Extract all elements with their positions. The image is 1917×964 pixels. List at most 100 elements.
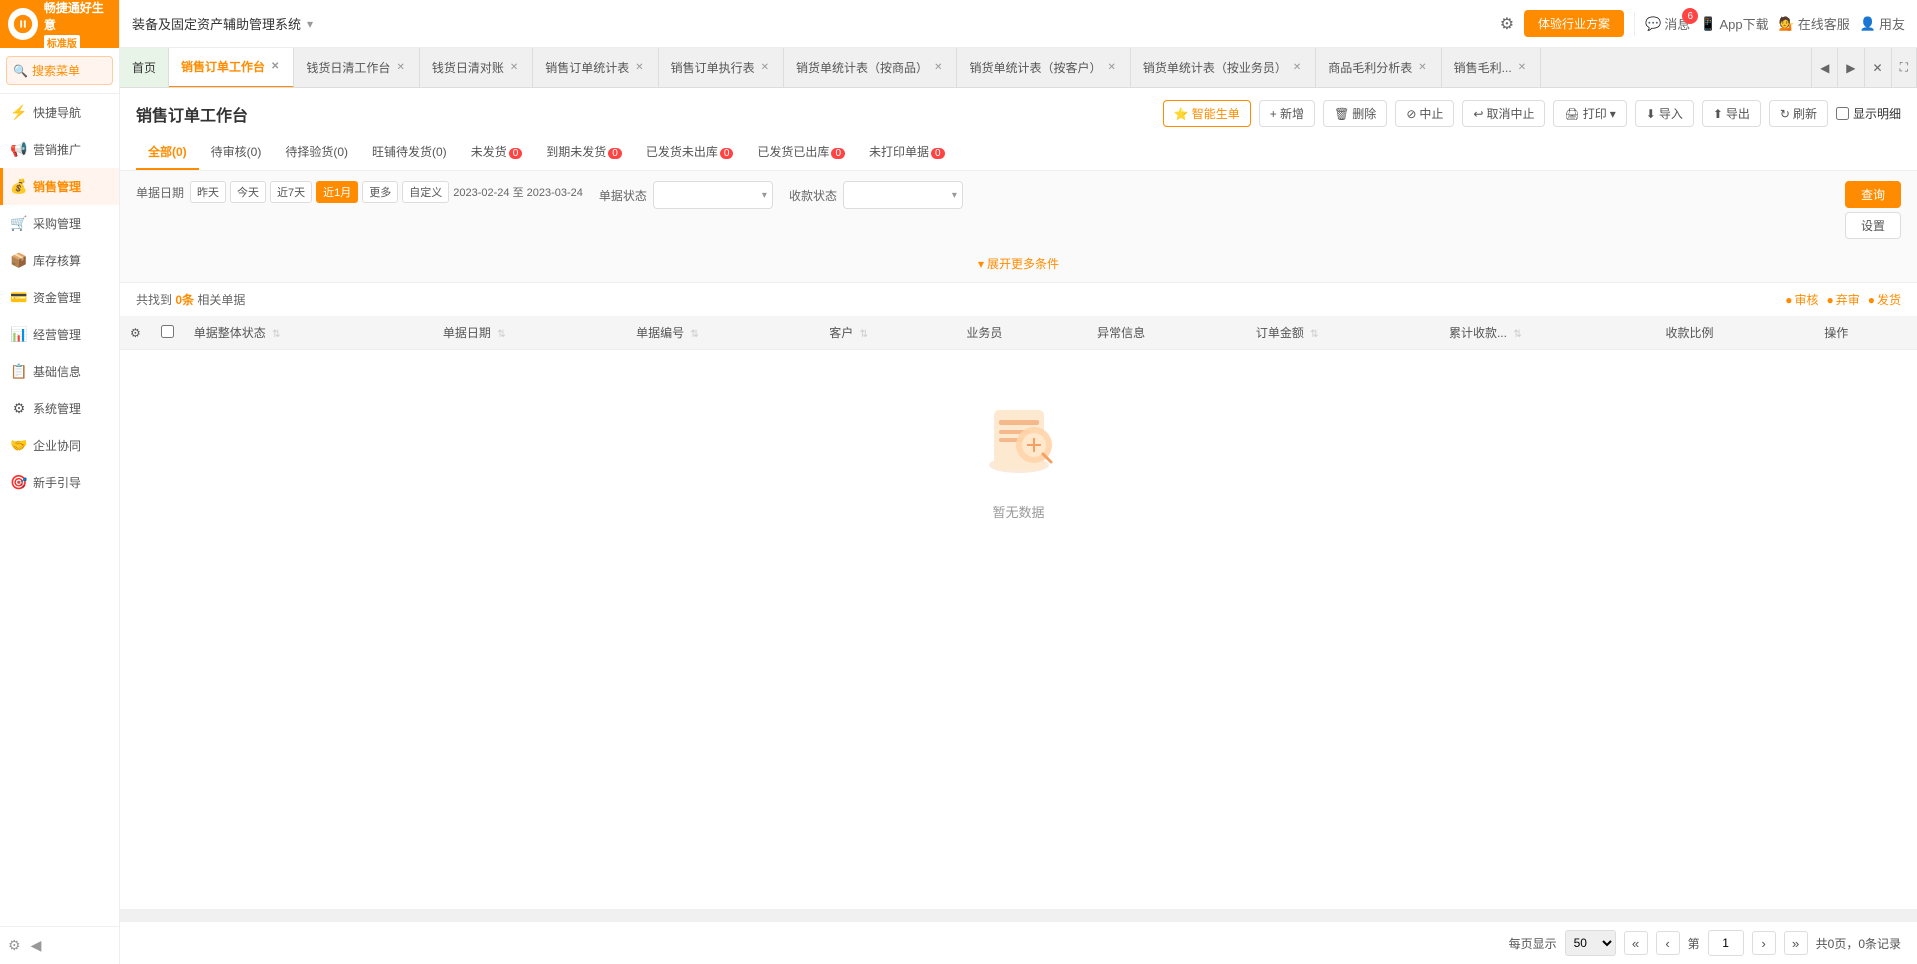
tab-close-sales-by-customer[interactable]: ✕ bbox=[1105, 60, 1117, 75]
tab-margin-analysis[interactable]: 商品毛利分析表 ✕ bbox=[1316, 48, 1441, 88]
tab-sales-margin[interactable]: 销售毛利... ✕ bbox=[1442, 48, 1541, 88]
sidebar-item-basic-info[interactable]: 📋 基础信息 bbox=[0, 353, 119, 390]
tab-close-sales-order[interactable]: ✕ bbox=[269, 59, 281, 74]
th-checkbox[interactable] bbox=[151, 316, 184, 350]
sidebar-collapse-button[interactable]: ◀ bbox=[31, 937, 42, 954]
show-detail-label[interactable]: 显示明细 bbox=[1836, 105, 1901, 122]
online-service-button[interactable]: 💁 在线客服 bbox=[1779, 14, 1850, 33]
th-amount[interactable]: 订单金额 ⇅ bbox=[1246, 316, 1439, 350]
import-button[interactable]: ⬇ 导入 bbox=[1635, 100, 1694, 127]
refresh-button[interactable]: ↻ 刷新 bbox=[1769, 100, 1828, 127]
tab-close-sales-by-product[interactable]: ✕ bbox=[932, 60, 944, 75]
th-salesman[interactable]: 业务员 bbox=[956, 316, 1087, 350]
cancel-audit-button[interactable]: ● 弃审 bbox=[1826, 291, 1859, 308]
prev-page-button[interactable]: ‹ bbox=[1656, 931, 1680, 955]
sidebar-item-quick-nav[interactable]: ⚡ 快捷导航 bbox=[0, 94, 119, 131]
payment-select[interactable] bbox=[843, 181, 963, 209]
tab-order-stats[interactable]: 销售订单统计表 ✕ bbox=[533, 48, 658, 88]
sidebar-item-marketing[interactable]: 📢 营销推广 bbox=[0, 131, 119, 168]
delete-button[interactable]: 🗑 删除 bbox=[1323, 100, 1387, 127]
sidebar-item-system[interactable]: ⚙ 系统管理 bbox=[0, 390, 119, 427]
date-7days-button[interactable]: 近7天 bbox=[270, 181, 312, 203]
stop-button[interactable]: ⊘ 中止 bbox=[1395, 100, 1454, 127]
date-1month-button[interactable]: 近1月 bbox=[316, 181, 358, 203]
query-button[interactable]: 查询 bbox=[1845, 181, 1901, 208]
th-collected[interactable]: 累计收款... ⇅ bbox=[1439, 316, 1655, 350]
date-more-button[interactable]: 更多 bbox=[362, 181, 398, 203]
select-all-checkbox[interactable] bbox=[161, 325, 174, 338]
tab-order-exec[interactable]: 销售订单执行表 ✕ bbox=[659, 48, 784, 88]
next-page-button[interactable]: › bbox=[1752, 931, 1776, 955]
deliver-button[interactable]: ● 发货 bbox=[1868, 291, 1901, 308]
sidebar-item-finance[interactable]: 💳 资金管理 bbox=[0, 279, 119, 316]
subtab-overdue-ship[interactable]: 到期未发货0 bbox=[534, 135, 634, 170]
tab-next-button[interactable]: ▶ bbox=[1838, 48, 1864, 88]
th-number[interactable]: 单据编号 ⇅ bbox=[626, 316, 819, 350]
cancel-stop-button[interactable]: ↩ 取消中止 bbox=[1462, 100, 1545, 127]
page-input[interactable] bbox=[1708, 930, 1744, 956]
sidebar-item-enterprise[interactable]: 🤝 企业协同 bbox=[0, 427, 119, 464]
sidebar-item-guide[interactable]: 🎯 新手引导 bbox=[0, 464, 119, 501]
tab-sales-by-product[interactable]: 销货单统计表（按商品） ✕ bbox=[784, 48, 957, 88]
subtab-shop-pending[interactable]: 旺铺待发货(0) bbox=[360, 135, 459, 170]
tab-close-sales-by-salesman[interactable]: ✕ bbox=[1291, 60, 1303, 75]
subtab-pending-audit[interactable]: 待审核(0) bbox=[199, 135, 274, 170]
tab-prev-button[interactable]: ◀ bbox=[1812, 48, 1838, 88]
status-select[interactable] bbox=[653, 181, 773, 209]
last-page-button[interactable]: » bbox=[1784, 931, 1808, 955]
export-button[interactable]: ⬆ 导出 bbox=[1702, 100, 1761, 127]
tab-close-order-stats[interactable]: ✕ bbox=[633, 60, 645, 75]
subtab-shipped-not-out[interactable]: 已发货未出库0 bbox=[634, 135, 746, 170]
sidebar-item-purchase[interactable]: 🛒 采购管理 bbox=[0, 205, 119, 242]
tab-reconcile[interactable]: 钱货日清对账 ✕ bbox=[420, 48, 533, 88]
tab-close-reconcile[interactable]: ✕ bbox=[508, 60, 520, 75]
page-size-select[interactable]: 10 20 50 100 bbox=[1565, 930, 1616, 956]
tab-daily-clear[interactable]: 钱货日清工作台 ✕ bbox=[294, 48, 419, 88]
tab-home[interactable]: 首页 bbox=[120, 48, 169, 88]
print-button[interactable]: 🖨 打印 ▾ bbox=[1553, 100, 1626, 127]
app-download-button[interactable]: 📱 App下载 bbox=[1700, 14, 1768, 33]
sidebar-item-sales[interactable]: 💰 销售管理 bbox=[0, 168, 119, 205]
first-page-button[interactable]: « bbox=[1624, 931, 1648, 955]
date-today-button[interactable]: 今天 bbox=[230, 181, 266, 203]
th-date[interactable]: 单据日期 ⇅ bbox=[433, 316, 626, 350]
date-yesterday-button[interactable]: 昨天 bbox=[190, 181, 226, 203]
add-button[interactable]: + 新增 bbox=[1259, 100, 1315, 127]
tab-sales-by-salesman[interactable]: 销货单统计表（按业务员） ✕ bbox=[1131, 48, 1316, 88]
subtab-pending-inspect[interactable]: 待择验货(0) bbox=[273, 135, 360, 170]
audit-button[interactable]: ● 审核 bbox=[1785, 291, 1818, 308]
tab-close-daily-clear[interactable]: ✕ bbox=[394, 60, 406, 75]
horizontal-scrollbar[interactable] bbox=[120, 909, 1917, 921]
tab-sales-order[interactable]: 销售订单工作台 ✕ bbox=[169, 48, 294, 88]
tab-close-order-exec[interactable]: ✕ bbox=[759, 60, 771, 75]
settings-icon[interactable]: ⚙ bbox=[1500, 14, 1514, 34]
th-settings[interactable]: ⚙ bbox=[120, 316, 151, 350]
industry-solution-button[interactable]: 体验行业方案 bbox=[1524, 10, 1624, 37]
sidebar-item-operations[interactable]: 📊 经营管理 bbox=[0, 316, 119, 353]
search-menu-button[interactable]: 🔍 搜索菜单 bbox=[6, 56, 113, 85]
tab-close-sales-margin[interactable]: ✕ bbox=[1516, 60, 1528, 75]
filter-setting-button[interactable]: 设置 bbox=[1845, 212, 1901, 239]
subtab-not-shipped[interactable]: 未发货0 bbox=[459, 135, 535, 170]
show-detail-checkbox[interactable] bbox=[1836, 107, 1849, 120]
subtab-shipped-out[interactable]: 已发货已出库0 bbox=[745, 135, 857, 170]
tab-close-all-button[interactable]: ✕ bbox=[1865, 48, 1892, 88]
tab-close-margin-analysis[interactable]: ✕ bbox=[1416, 60, 1428, 75]
sidebar-item-inventory[interactable]: 📦 库存核算 bbox=[0, 242, 119, 279]
date-custom-button[interactable]: 自定义 bbox=[402, 181, 449, 203]
tab-sales-by-customer[interactable]: 销货单统计表（按客户） ✕ bbox=[957, 48, 1130, 88]
tab-fullscreen-button[interactable]: ⛶ bbox=[1892, 48, 1917, 88]
subtab-all[interactable]: 全部(0) bbox=[136, 135, 199, 170]
expand-filter-button[interactable]: ▾ 展开更多条件 bbox=[978, 255, 1059, 272]
shipped-not-out-badge: 0 bbox=[720, 148, 734, 159]
th-customer[interactable]: 客户 ⇅ bbox=[819, 316, 956, 350]
th-status[interactable]: 单据整体状态 ⇅ bbox=[184, 316, 433, 350]
subtab-not-printed[interactable]: 未打印单据0 bbox=[857, 135, 957, 170]
smart-create-button[interactable]: ⭐ 智能生单 bbox=[1163, 100, 1251, 127]
sidebar-settings-button[interactable]: ⚙ bbox=[8, 937, 21, 954]
expand-filter-row: ▾ 展开更多条件 bbox=[136, 255, 1901, 272]
system-dropdown-button[interactable]: ▾ bbox=[307, 17, 313, 31]
message-button[interactable]: 💬 消息 6 bbox=[1645, 14, 1690, 33]
total-text: 共0页，0条记录 bbox=[1816, 935, 1901, 952]
user-button[interactable]: 👤 用友 bbox=[1860, 14, 1905, 33]
